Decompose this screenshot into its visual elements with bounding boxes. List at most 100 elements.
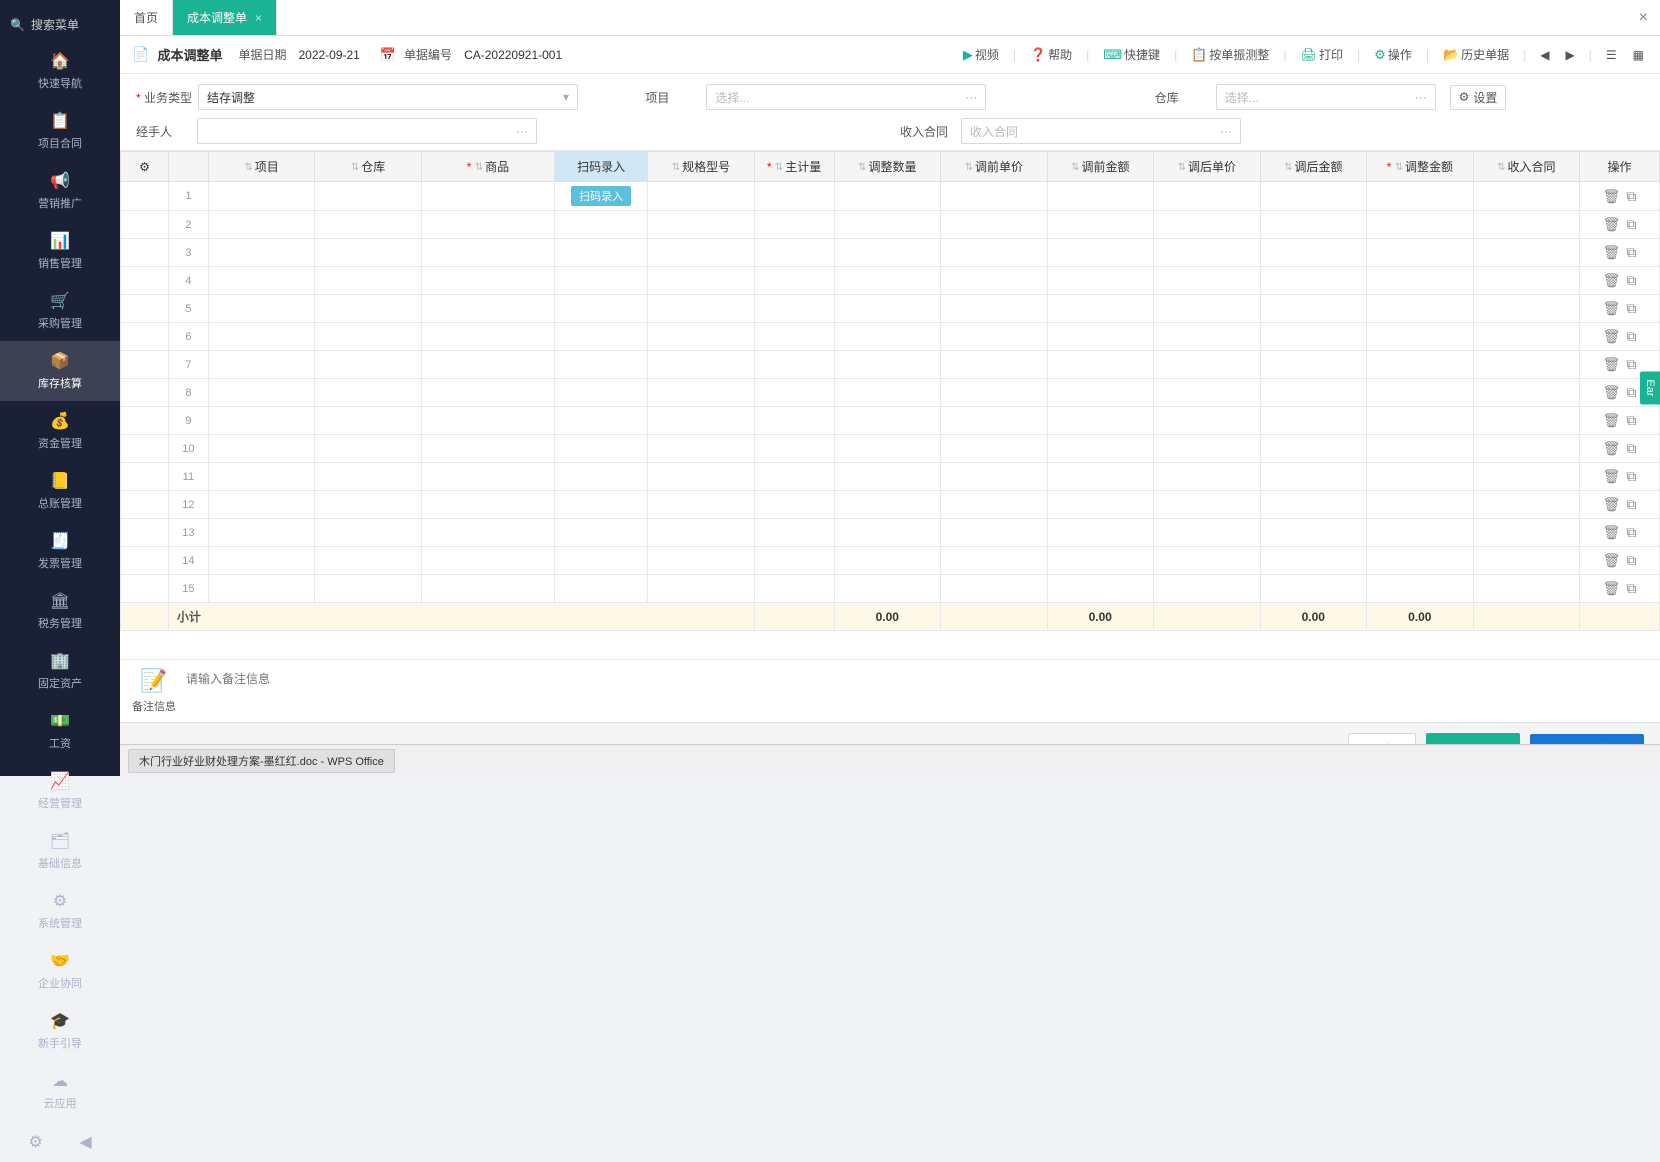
row-scan[interactable] [554,379,647,407]
row-warehouse[interactable] [315,267,422,295]
row-warehouse[interactable] [315,239,422,267]
row-adj-amount[interactable] [1367,267,1474,295]
sidebar-item-basic[interactable]: 🗂 基础信息 [0,821,120,881]
row-project[interactable] [208,463,315,491]
copy-icon[interactable]: ⧉ [1626,188,1636,205]
row-adj-qty[interactable] [834,323,941,351]
row-unit[interactable] [754,379,834,407]
row-income[interactable] [1473,407,1580,435]
row-after-amount[interactable] [1260,407,1367,435]
copy-icon[interactable]: ⧉ [1626,580,1636,597]
col-header-project[interactable]: ⇅项目 [208,152,315,182]
col-header-income[interactable]: ⇅收入合同 [1473,152,1580,182]
row-before-price[interactable] [941,351,1048,379]
row-adj-qty[interactable] [834,239,941,267]
nav-next[interactable]: ▶ [1562,46,1579,64]
sidebar-item-payroll[interactable]: 💵 工资 [0,701,120,761]
row-before-amount[interactable] [1047,379,1154,407]
row-after-price[interactable] [1154,463,1261,491]
action-single-adjust[interactable]: 📋 按单振测整 [1187,44,1273,65]
row-product[interactable] [421,463,554,491]
list-view-icon[interactable]: ☰ [1602,46,1621,64]
row-after-price[interactable] [1154,239,1261,267]
delete-icon[interactable]: 🗑 [1603,580,1621,597]
row-adj-amount[interactable] [1367,323,1474,351]
row-project[interactable] [208,323,315,351]
sidebar-item-assets[interactable]: 🏢 固定资产 [0,641,120,701]
col-header-product[interactable]: ⇅商品 [421,152,554,182]
row-after-amount[interactable] [1260,239,1367,267]
row-warehouse[interactable] [315,491,422,519]
row-adj-amount[interactable] [1367,407,1474,435]
sidebar-item-inventory[interactable]: 📦 库存核算 [0,341,120,401]
delete-icon[interactable]: 🗑 [1603,468,1621,485]
copy-icon[interactable]: ⧉ [1626,412,1636,429]
row-income[interactable] [1473,267,1580,295]
row-after-price[interactable] [1154,295,1261,323]
row-scan[interactable] [554,239,647,267]
row-after-price[interactable] [1154,407,1261,435]
row-unit[interactable] [754,323,834,351]
row-before-price[interactable] [941,323,1048,351]
settings-button[interactable]: ⚙ 设置 [1450,85,1507,110]
col-header-warehouse[interactable]: ⇅仓库 [315,152,422,182]
row-before-price[interactable] [941,211,1048,239]
copy-icon[interactable]: ⧉ [1626,216,1636,233]
row-spec[interactable] [648,182,755,211]
row-before-amount[interactable] [1047,267,1154,295]
row-income[interactable] [1473,435,1580,463]
row-before-price[interactable] [941,491,1048,519]
delete-icon[interactable]: 🗑 [1603,552,1621,569]
row-after-price[interactable] [1154,182,1261,211]
row-unit[interactable] [754,211,834,239]
row-project[interactable] [208,351,315,379]
row-warehouse[interactable] [315,463,422,491]
row-adj-qty[interactable] [834,295,941,323]
sidebar-item-quicknav[interactable]: 🏠 快速导航 [0,41,120,101]
delete-icon[interactable]: 🗑 [1603,496,1621,513]
sidebar-item-project[interactable]: 📋 项目合同 [0,101,120,161]
row-spec[interactable] [648,211,755,239]
col-header-afteramt[interactable]: ⇅调后金额 [1260,152,1367,182]
row-unit[interactable] [754,267,834,295]
sidebar-item-marketing[interactable]: 📢 营销推广 [0,161,120,221]
row-scan[interactable] [554,267,647,295]
row-after-price[interactable] [1154,575,1261,603]
row-adj-qty[interactable] [834,463,941,491]
copy-icon[interactable]: ⧉ [1626,356,1636,373]
action-help[interactable]: ❓ 帮助 [1026,44,1076,65]
row-adj-amount[interactable] [1367,491,1474,519]
row-spec[interactable] [648,547,755,575]
row-scan[interactable] [554,351,647,379]
row-project[interactable] [208,211,315,239]
row-adj-qty[interactable] [834,182,941,211]
row-after-amount[interactable] [1260,351,1367,379]
tab-home[interactable]: 首页 [120,0,173,35]
row-spec[interactable] [648,463,755,491]
copy-icon[interactable]: ⧉ [1626,552,1636,569]
row-warehouse[interactable] [315,519,422,547]
row-product[interactable] [421,547,554,575]
row-adj-amount[interactable] [1367,379,1474,407]
row-scan[interactable] [554,463,647,491]
row-project[interactable] [208,547,315,575]
row-unit[interactable] [754,575,834,603]
row-adj-amount[interactable] [1367,463,1474,491]
row-warehouse[interactable] [315,351,422,379]
action-video[interactable]: ▶ 视频 [959,44,1003,65]
row-scan[interactable] [554,323,647,351]
row-income[interactable] [1473,575,1580,603]
row-warehouse[interactable] [315,211,422,239]
row-after-price[interactable] [1154,351,1261,379]
row-before-amount[interactable] [1047,211,1154,239]
row-product[interactable] [421,323,554,351]
row-warehouse[interactable] [315,575,422,603]
delete-icon[interactable]: 🗑 [1603,412,1621,429]
row-after-amount[interactable] [1260,295,1367,323]
row-unit[interactable] [754,407,834,435]
wps-item[interactable]: 木门行业好业财处理方案-墨红红.doc - WPS Office [128,749,395,773]
col-header-unit[interactable]: ⇅主计量 [754,152,834,182]
col-header-spec[interactable]: ⇅规格型号 [648,152,755,182]
copy-icon[interactable]: ⧉ [1626,328,1636,345]
row-before-amount[interactable] [1047,295,1154,323]
